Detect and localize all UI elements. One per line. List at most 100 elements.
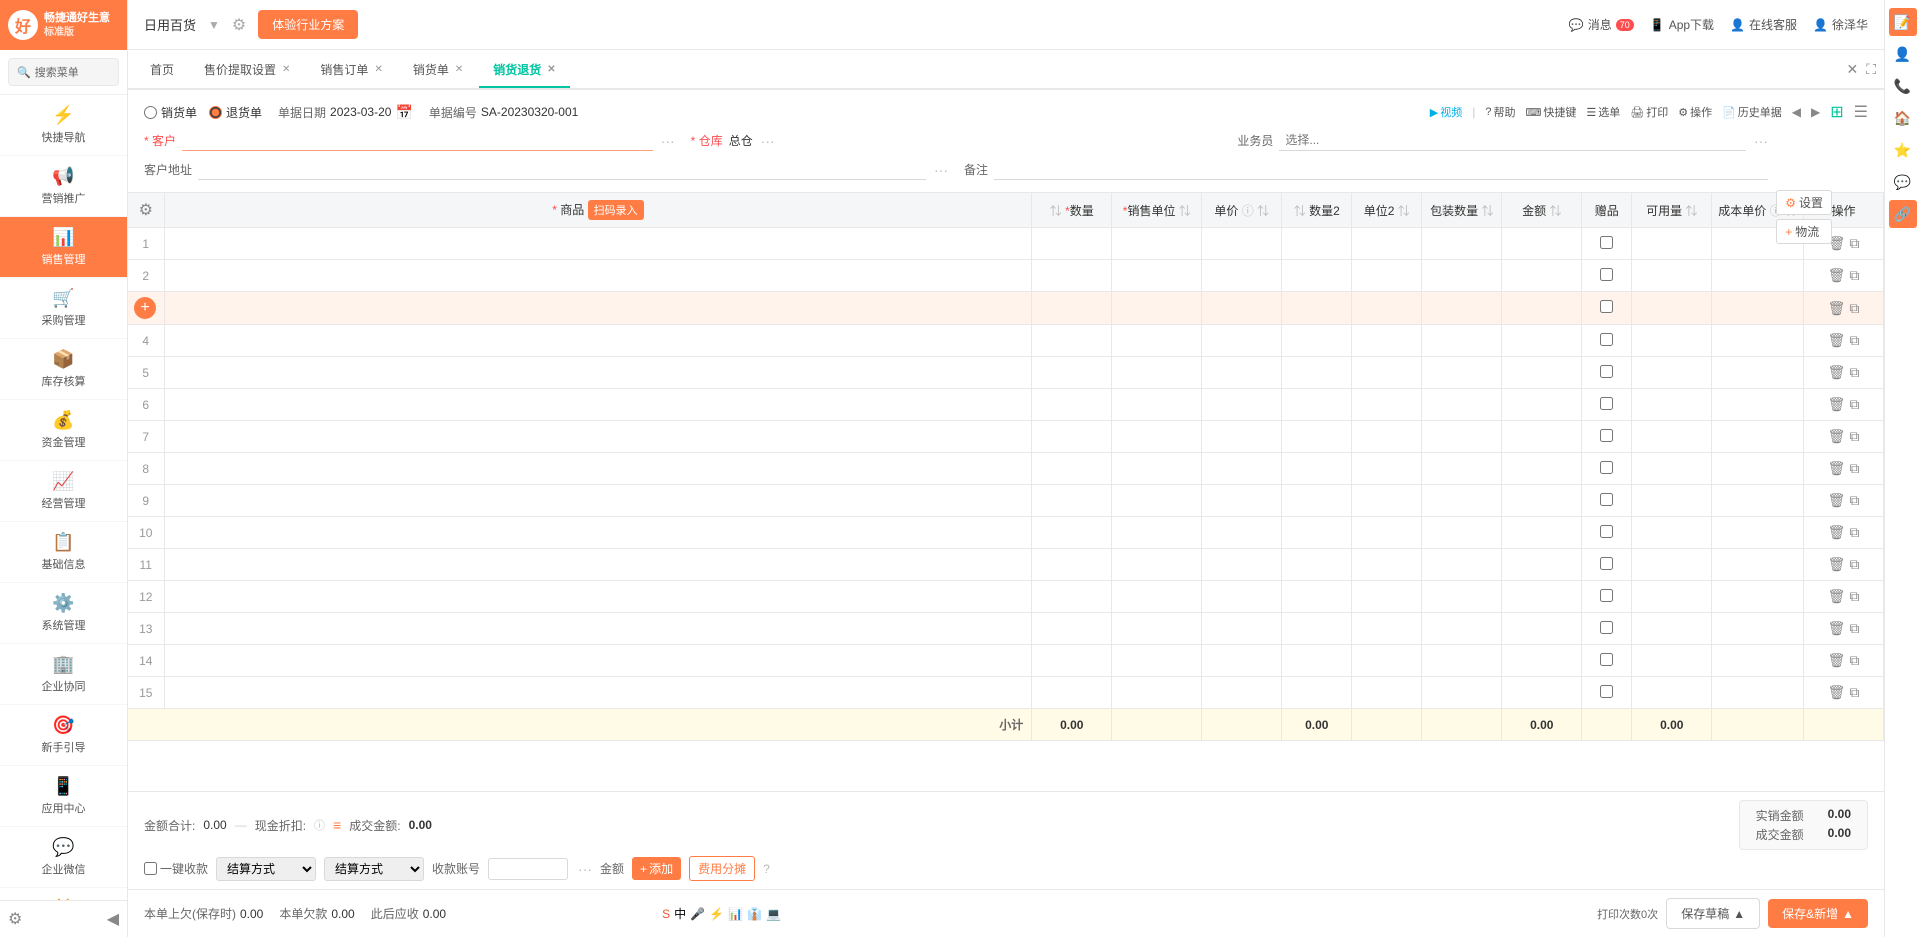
sidebar-item-appstore[interactable]: 📱 应用中心 [0, 766, 127, 827]
tab-sales-delivery[interactable]: 销货单 ✕ [399, 53, 477, 88]
app-download-item[interactable]: 📱 App下载 [1650, 16, 1714, 33]
tab-close-all-button[interactable]: ✕ [1846, 61, 1858, 78]
settings-bottom-button[interactable]: ⚙ [8, 909, 22, 929]
price-cell-2[interactable] [1202, 260, 1282, 292]
notes-input[interactable] [994, 159, 1768, 180]
sort-icon-amount[interactable]: ⇅ [1549, 204, 1561, 218]
address-select-button[interactable]: ··· [934, 162, 948, 178]
delete-row-12-button[interactable]: 🗑 [1828, 588, 1846, 605]
unit2-cell-1[interactable] [1352, 228, 1422, 260]
fenpai-help-icon[interactable]: ? [763, 862, 770, 876]
gift-cell-2[interactable] [1582, 260, 1632, 292]
product-cell-3[interactable] [164, 292, 1032, 325]
tab-home[interactable]: 首页 [136, 53, 188, 88]
amount-cell-2[interactable] [1502, 260, 1582, 292]
select-bill-link[interactable]: ☰ 选单 [1586, 104, 1620, 120]
history-bill-link[interactable]: 📄 历史单据 [1722, 104, 1782, 120]
delete-row-11-button[interactable]: 🗑 [1828, 556, 1846, 573]
settings-form-button[interactable]: ⚙ 设置 [1776, 190, 1832, 215]
delete-row-5-button[interactable]: 🗑 [1828, 364, 1846, 381]
experience-button[interactable]: 体验行业方案 [258, 10, 358, 39]
save-draft-button[interactable]: 保存草稿 ▲ [1666, 898, 1760, 929]
tab-sales-delivery-close[interactable]: ✕ [455, 64, 463, 75]
search-menu-button[interactable]: 🔍 搜索菜单 [8, 58, 119, 86]
qty-cell-1[interactable] [1032, 228, 1112, 260]
online-service-item[interactable]: 👤 在线客服 [1730, 16, 1797, 33]
help-link[interactable]: ? 帮助 [1485, 104, 1515, 120]
save-new-button[interactable]: 保存&新增 ▲ [1768, 899, 1868, 928]
radio-sale-bill[interactable]: 销货单 [144, 104, 197, 121]
customer-input[interactable] [182, 130, 653, 151]
copy-row-8-button[interactable]: ⧉ [1849, 460, 1859, 477]
print-link[interactable]: 🖨 打印 [1630, 104, 1668, 120]
sidebar-item-basic[interactable]: 📋 基础信息 [0, 522, 127, 583]
video-link[interactable]: ▶ 视频 [1430, 104, 1462, 120]
amount-cell-3[interactable] [1502, 292, 1582, 325]
delete-row-6-button[interactable]: 🗑 [1828, 396, 1846, 413]
unit-cell-2[interactable] [1112, 260, 1202, 292]
right-panel-btn-6[interactable]: 💬 [1889, 168, 1917, 196]
unit2-cell-3[interactable] [1352, 292, 1422, 325]
tab-expand-button[interactable]: ⛶ [1866, 61, 1876, 78]
copy-row-13-button[interactable]: ⧉ [1849, 620, 1859, 637]
scan-input-button[interactable]: 扫码录入 [588, 200, 644, 220]
sidebar-item-inventory[interactable]: 📦 库存核算 [0, 339, 127, 400]
tab-price-setting[interactable]: 售价提取设置 ✕ [190, 53, 304, 88]
collapse-sidebar-button[interactable]: ◀ [107, 909, 119, 929]
sort-icon-avail[interactable]: ⇅ [1685, 204, 1697, 218]
qty-cell-3[interactable] [1032, 292, 1112, 325]
tab-price-setting-close[interactable]: ✕ [282, 64, 290, 75]
account-select-button[interactable]: ··· [578, 861, 592, 877]
sort-icon-unit2[interactable]: ⇅ [1398, 204, 1410, 218]
sidebar-item-member[interactable]: 👑 畅会员 [0, 888, 127, 900]
sidebar-item-marketing[interactable]: 📢 营销推广 [0, 156, 127, 217]
avail-cell-3[interactable] [1632, 292, 1712, 325]
radio-return-bill[interactable]: 退货单 [209, 104, 262, 121]
calc-method-select[interactable]: 结算方式 [324, 857, 424, 881]
copy-row-4-button[interactable]: ⧉ [1849, 332, 1859, 349]
qty-cell-2[interactable] [1032, 260, 1112, 292]
sidebar-item-newbie[interactable]: 🎯 新手引导 [0, 705, 127, 766]
next-bill-button[interactable]: ▶ [1811, 105, 1820, 119]
amount-cell-1[interactable] [1502, 228, 1582, 260]
copy-row-15-button[interactable]: ⧉ [1849, 684, 1859, 701]
gift-cell-1[interactable] [1582, 228, 1632, 260]
user-profile-item[interactable]: 👤 徐泽华 [1813, 16, 1868, 33]
copy-row-10-button[interactable]: ⧉ [1849, 524, 1859, 541]
sort-icon-pkg[interactable]: ⇅ [1481, 204, 1493, 218]
delete-row-9-button[interactable]: 🗑 [1828, 492, 1846, 509]
date-picker-button[interactable]: 📅 [395, 104, 412, 121]
sidebar-item-sales[interactable]: 📊 销售管理 [0, 217, 127, 278]
table-settings-button[interactable]: ⚙ [139, 200, 153, 220]
salesperson-select-button[interactable]: ··· [1754, 133, 1768, 149]
copy-row-1-button[interactable]: ⧉ [1849, 235, 1859, 252]
right-panel-btn-7[interactable]: 🔗 [1889, 200, 1917, 228]
grid-view-button[interactable]: ⊞ [1830, 102, 1843, 122]
delete-row-10-button[interactable]: 🗑 [1828, 524, 1846, 541]
account-input[interactable] [488, 858, 568, 880]
add-payment-button[interactable]: + 添加 [632, 857, 681, 880]
cost-cell-3[interactable] [1712, 292, 1804, 325]
copy-row-3-button[interactable]: ⧉ [1849, 300, 1859, 317]
delete-row-3-button[interactable]: 🗑 [1828, 300, 1846, 317]
price-cell-1[interactable] [1202, 228, 1282, 260]
right-panel-btn-2[interactable]: 👤 [1889, 40, 1917, 68]
sort-icon-qty2[interactable]: ⇅ [1294, 204, 1306, 218]
sort-icon-unit[interactable]: ⇅ [1179, 204, 1191, 218]
copy-row-14-button[interactable]: ⧉ [1849, 652, 1859, 669]
unit-cell-3[interactable] [1112, 292, 1202, 325]
copy-row-9-button[interactable]: ⧉ [1849, 492, 1859, 509]
tab-sales-order-close[interactable]: ✕ [374, 64, 382, 75]
sort-icon-price[interactable]: ⇅ [1257, 204, 1269, 218]
price-cell-3[interactable] [1202, 292, 1282, 325]
delete-row-13-button[interactable]: 🗑 [1828, 620, 1846, 637]
right-panel-btn-5[interactable]: ⭐ [1889, 136, 1917, 164]
sort-icon[interactable]: ⇅ [1050, 204, 1062, 218]
right-panel-btn-3[interactable]: 📞 [1889, 72, 1917, 100]
copy-row-11-button[interactable]: ⧉ [1849, 556, 1859, 573]
pkg-cell-1[interactable] [1422, 228, 1502, 260]
expense-allocation-button[interactable]: 费用分摊 [689, 856, 755, 881]
tab-sales-return-close[interactable]: ✕ [547, 64, 555, 75]
qty2-cell-2[interactable] [1282, 260, 1352, 292]
customer-address-input[interactable] [198, 159, 926, 180]
